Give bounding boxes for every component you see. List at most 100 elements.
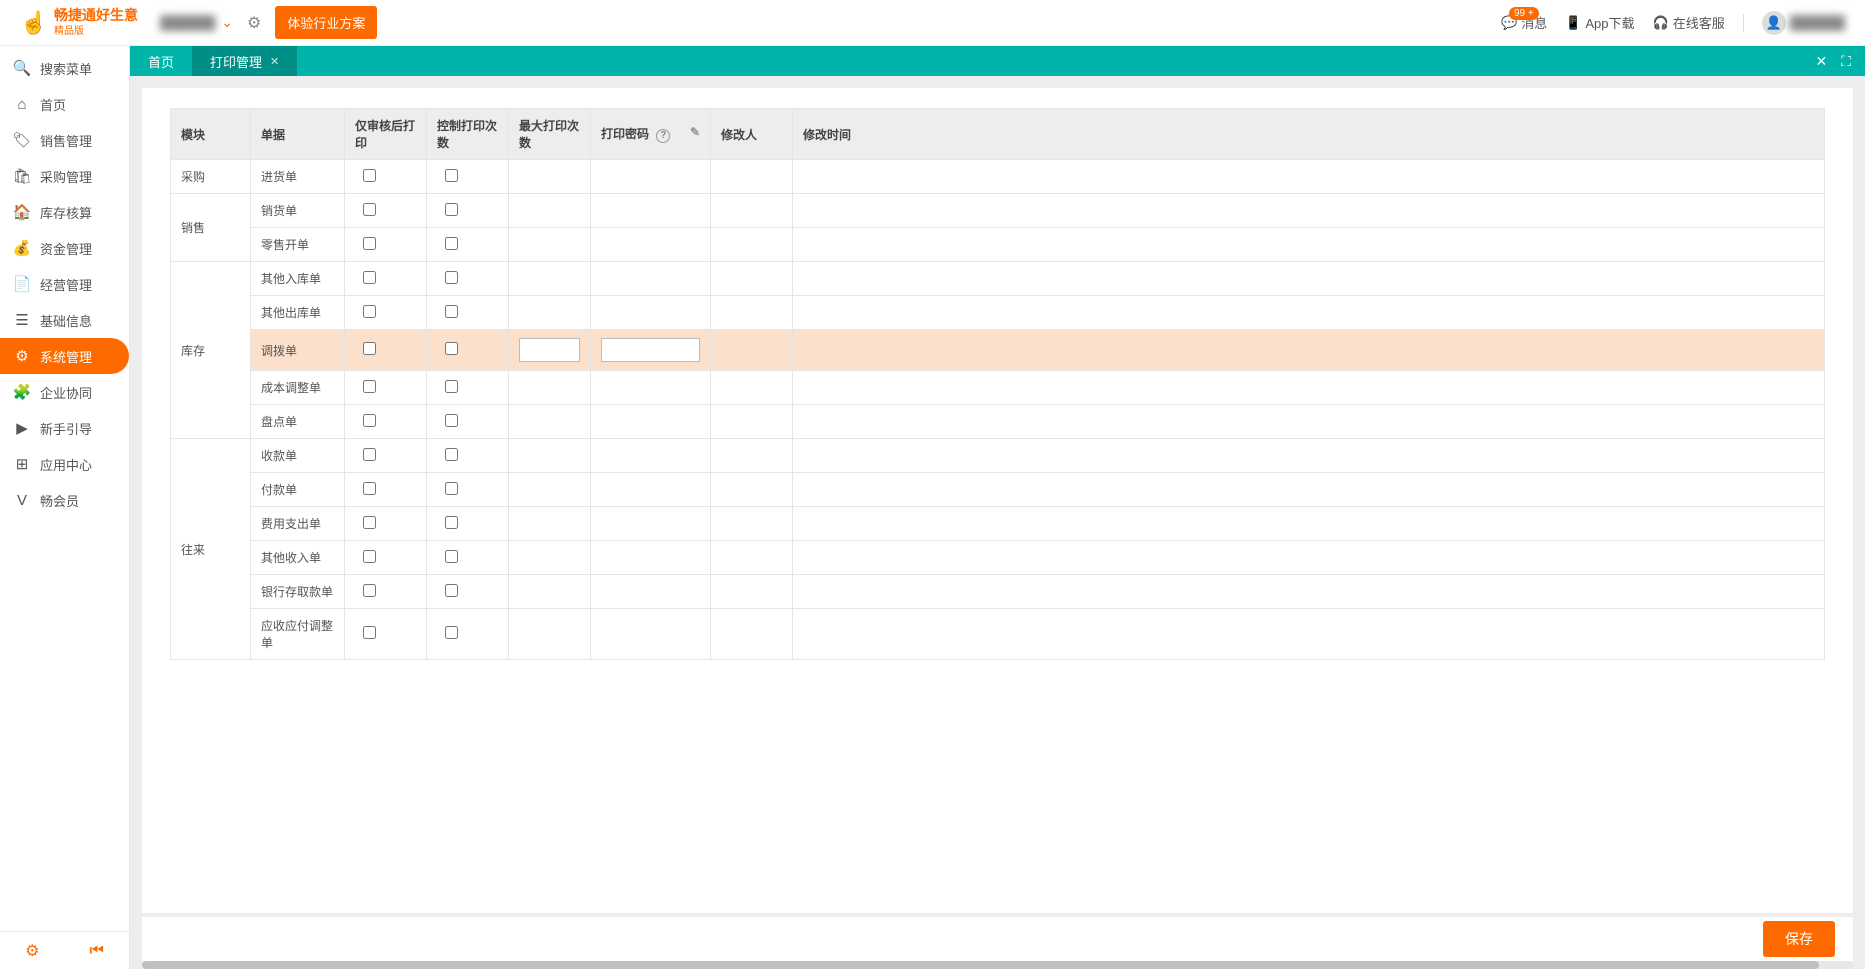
- tenant-selector[interactable]: ██████ ⌄: [160, 14, 233, 31]
- sidebar-item-label: 畅会员: [40, 491, 79, 510]
- table-row: 库存其他入库单: [171, 262, 1825, 296]
- print-settings-table: 模块 单据 仅审核后打印 控制打印次数 最大打印次数 打印密码 ? ✎ 修改人 …: [170, 108, 1825, 660]
- tab-close-all-icon[interactable]: ✕: [1815, 53, 1827, 70]
- audit-only-checkbox[interactable]: [363, 305, 376, 318]
- modtime-cell: [793, 405, 1825, 439]
- sidebar-item-funds[interactable]: 💰资金管理: [0, 230, 129, 266]
- password-cell: [591, 160, 711, 194]
- limit-cell: [427, 439, 509, 473]
- app-download-button[interactable]: 📱 App下载: [1565, 13, 1634, 32]
- module-cell: 采购: [171, 160, 251, 194]
- audit-only-checkbox[interactable]: [363, 169, 376, 182]
- col-doc: 单据: [251, 109, 345, 160]
- max-cell: [509, 371, 591, 405]
- limit-checkbox[interactable]: [445, 342, 458, 355]
- limit-checkbox[interactable]: [445, 169, 458, 182]
- limit-checkbox[interactable]: [445, 626, 458, 639]
- sidebar-item-inventory[interactable]: 🏠库存核算: [0, 194, 129, 230]
- customer-service-button[interactable]: 🎧 在线客服: [1653, 13, 1725, 32]
- sidebar-item-search-menu[interactable]: 🔍搜索菜单: [0, 50, 129, 86]
- print-password-input[interactable]: [601, 338, 700, 362]
- password-cell: [591, 575, 711, 609]
- audit-only-cell: [345, 473, 427, 507]
- limit-cell: [427, 473, 509, 507]
- limit-checkbox[interactable]: [445, 414, 458, 427]
- audit-only-checkbox[interactable]: [363, 550, 376, 563]
- modtime-cell: [793, 439, 1825, 473]
- sidebar-item-member[interactable]: V畅会员: [0, 482, 129, 518]
- password-cell: [591, 296, 711, 330]
- audit-only-checkbox[interactable]: [363, 271, 376, 284]
- home-icon: ⌂: [14, 96, 30, 112]
- sidebar-item-home[interactable]: ⌂ 首页: [0, 86, 129, 122]
- sidebar-item-purchase[interactable]: 🛍采购管理: [0, 158, 129, 194]
- limit-checkbox[interactable]: [445, 203, 458, 216]
- limit-checkbox[interactable]: [445, 448, 458, 461]
- settings-icon[interactable]: ⚙: [247, 13, 261, 33]
- limit-checkbox[interactable]: [445, 516, 458, 529]
- audit-only-checkbox[interactable]: [363, 516, 376, 529]
- sidebar-item-collab[interactable]: 🧩企业协同: [0, 374, 129, 410]
- edit-icon[interactable]: ✎: [690, 125, 700, 139]
- limit-checkbox[interactable]: [445, 305, 458, 318]
- sidebar-collapse-icon[interactable]: ⏮: [90, 942, 104, 960]
- modifier-cell: [711, 609, 793, 660]
- sidebar-item-operations[interactable]: 📄经营管理: [0, 266, 129, 302]
- limit-checkbox[interactable]: [445, 380, 458, 393]
- sales-icon: 🏷: [14, 132, 30, 148]
- audit-only-checkbox[interactable]: [363, 237, 376, 250]
- tab-1[interactable]: 打印管理✕: [192, 46, 297, 76]
- audit-only-checkbox[interactable]: [363, 626, 376, 639]
- limit-checkbox[interactable]: [445, 482, 458, 495]
- scrollbar-thumb[interactable]: [142, 961, 1819, 969]
- phone-icon: 📱: [1565, 15, 1581, 31]
- modifier-cell: [711, 575, 793, 609]
- sidebar-settings-icon[interactable]: ⚙: [25, 941, 39, 961]
- audit-only-checkbox[interactable]: [363, 482, 376, 495]
- messages-button[interactable]: 💬 99 + 消息: [1501, 13, 1547, 32]
- module-cell: 往来: [171, 439, 251, 660]
- sidebar-item-basic[interactable]: ☰基础信息: [0, 302, 129, 338]
- system-icon: ⚙: [14, 348, 30, 364]
- help-icon[interactable]: ?: [656, 129, 670, 143]
- password-cell: [591, 541, 711, 575]
- limit-checkbox[interactable]: [445, 237, 458, 250]
- table-row: 往来收款单: [171, 439, 1825, 473]
- logo[interactable]: ☝ 畅捷通好生意 精品版: [20, 8, 150, 37]
- table-row: 销售销货单: [171, 194, 1825, 228]
- max-cell: [509, 609, 591, 660]
- user-menu[interactable]: 👤 ██████: [1762, 11, 1845, 35]
- fullscreen-icon[interactable]: ⛶: [1841, 53, 1851, 70]
- main: 模块 单据 仅审核后打印 控制打印次数 最大打印次数 打印密码 ? ✎ 修改人 …: [130, 76, 1865, 969]
- limit-checkbox[interactable]: [445, 584, 458, 597]
- limit-checkbox[interactable]: [445, 271, 458, 284]
- tab-close-icon[interactable]: ✕: [270, 55, 279, 68]
- save-button[interactable]: 保存: [1763, 921, 1835, 957]
- audit-only-checkbox[interactable]: [363, 448, 376, 461]
- audit-only-checkbox[interactable]: [363, 414, 376, 427]
- modtime-cell: [793, 371, 1825, 405]
- modifier-cell: [711, 507, 793, 541]
- divider: [1743, 14, 1744, 32]
- experience-button[interactable]: 体验行业方案: [275, 6, 377, 39]
- table-row: 费用支出单: [171, 507, 1825, 541]
- sidebar-item-sales[interactable]: 🏷销售管理: [0, 122, 129, 158]
- horizontal-scrollbar[interactable]: [142, 961, 1853, 969]
- limit-checkbox[interactable]: [445, 550, 458, 563]
- sidebar: 🔍搜索菜单 ⌂ 首页 🏷销售管理🛍采购管理🏠库存核算💰资金管理📄经营管理☰基础信息⚙系…: [0, 46, 130, 969]
- max-print-input[interactable]: [519, 338, 580, 362]
- sidebar-item-guide[interactable]: ▶新手引导: [0, 410, 129, 446]
- max-cell: [509, 160, 591, 194]
- audit-only-checkbox[interactable]: [363, 380, 376, 393]
- table-row: 成本调整单: [171, 371, 1825, 405]
- col-password-label: 打印密码: [601, 127, 649, 141]
- sidebar-item-apps[interactable]: ⊞应用中心: [0, 446, 129, 482]
- sidebar-item-label: 首页: [40, 95, 66, 114]
- audit-only-checkbox[interactable]: [363, 203, 376, 216]
- tab-0[interactable]: 首页: [130, 46, 192, 76]
- audit-only-checkbox[interactable]: [363, 342, 376, 355]
- sidebar-item-system[interactable]: ⚙系统管理: [0, 338, 129, 374]
- modtime-cell: [793, 160, 1825, 194]
- audit-only-checkbox[interactable]: [363, 584, 376, 597]
- limit-cell: [427, 262, 509, 296]
